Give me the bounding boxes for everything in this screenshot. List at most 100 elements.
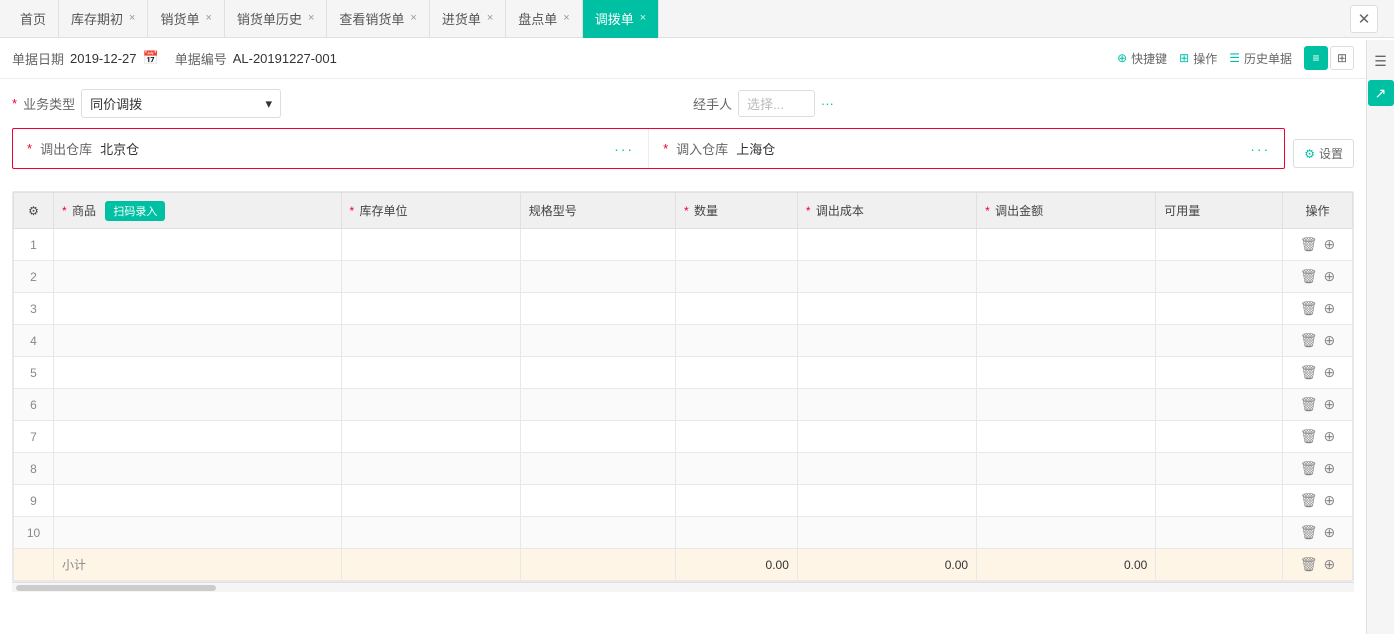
delete-icon[interactable]: 🗑 [1300, 396, 1318, 413]
amount-cell[interactable] [977, 389, 1156, 421]
copy-icon[interactable]: ⊕ [1324, 268, 1336, 285]
unit-cell[interactable] [341, 325, 520, 357]
product-cell[interactable] [54, 357, 342, 389]
cost-cell[interactable] [797, 389, 976, 421]
cost-cell[interactable] [797, 229, 976, 261]
delete-icon[interactable]: 🗑 [1300, 460, 1318, 477]
sidebar-list-button[interactable]: ☰ [1368, 48, 1394, 74]
business-type-select[interactable]: 同价调拨 ▾ [81, 89, 281, 118]
cost-cell[interactable] [797, 261, 976, 293]
history-button[interactable]: ☰ 历史单据 [1229, 50, 1292, 67]
product-cell[interactable] [54, 453, 342, 485]
handler-input[interactable]: 选择... [738, 90, 815, 117]
tab-sales-order-close[interactable]: × [205, 13, 211, 24]
delete-icon[interactable]: 🗑 [1300, 236, 1318, 253]
spec-cell[interactable] [520, 325, 675, 357]
spec-cell[interactable] [520, 357, 675, 389]
cost-cell[interactable] [797, 293, 976, 325]
scroll-thumb[interactable] [16, 585, 216, 591]
product-cell[interactable] [54, 229, 342, 261]
qty-cell[interactable] [676, 517, 798, 549]
handler-dots-icon[interactable]: ··· [821, 96, 834, 111]
delete-icon[interactable]: 🗑 [1300, 300, 1318, 317]
product-cell[interactable] [54, 517, 342, 549]
copy-icon[interactable]: ⊕ [1324, 396, 1336, 413]
copy-icon[interactable]: ⊕ [1324, 460, 1336, 477]
amount-cell[interactable] [977, 357, 1156, 389]
product-cell[interactable] [54, 261, 342, 293]
delete-icon[interactable]: 🗑 [1300, 268, 1318, 285]
quick-key-button[interactable]: ⊕ 快捷键 [1117, 50, 1167, 67]
tab-sales-history-close[interactable]: × [308, 13, 314, 24]
delete-icon[interactable]: 🗑 [1300, 428, 1318, 445]
grid-view-button[interactable]: ⊞ [1330, 46, 1354, 70]
unit-cell[interactable] [341, 421, 520, 453]
delete-icon[interactable]: 🗑 [1300, 524, 1318, 541]
operation-button[interactable]: ⊞ 操作 [1179, 50, 1217, 67]
product-cell[interactable] [54, 389, 342, 421]
copy-icon[interactable]: ⊕ [1324, 364, 1336, 381]
copy-icon[interactable]: ⊕ [1324, 428, 1336, 445]
unit-cell[interactable] [341, 261, 520, 293]
tab-home[interactable]: 首页 [8, 0, 59, 38]
tab-inventory-check[interactable]: 盘点单 × [506, 0, 582, 38]
tab-inventory-init[interactable]: 库存期初 × [59, 0, 148, 38]
qty-cell[interactable] [676, 293, 798, 325]
copy-icon[interactable]: ⊕ [1324, 556, 1336, 573]
cost-cell[interactable] [797, 517, 976, 549]
delete-icon[interactable]: 🗑 [1300, 556, 1318, 573]
tab-inventory-init-close[interactable]: × [129, 13, 135, 24]
unit-cell[interactable] [341, 517, 520, 549]
scan-button[interactable]: 扫码录入 [105, 201, 165, 221]
unit-cell[interactable] [341, 485, 520, 517]
in-warehouse-dots[interactable]: ··· [1250, 141, 1270, 157]
tab-sales-history[interactable]: 销货单历史 × [225, 0, 327, 38]
out-warehouse-dots[interactable]: ··· [614, 141, 634, 157]
unit-cell[interactable] [341, 453, 520, 485]
cost-cell[interactable] [797, 325, 976, 357]
qty-cell[interactable] [676, 421, 798, 453]
delete-icon[interactable]: 🗑 [1300, 332, 1318, 349]
spec-cell[interactable] [520, 421, 675, 453]
unit-cell[interactable] [341, 357, 520, 389]
tab-transfer-order-close[interactable]: × [640, 13, 646, 24]
tab-inventory-check-close[interactable]: × [563, 13, 569, 24]
spec-cell[interactable] [520, 517, 675, 549]
product-cell[interactable] [54, 325, 342, 357]
delete-icon[interactable]: 🗑 [1300, 364, 1318, 381]
amount-cell[interactable] [977, 229, 1156, 261]
qty-cell[interactable] [676, 325, 798, 357]
amount-cell[interactable] [977, 517, 1156, 549]
tab-sales-order[interactable]: 销货单 × [148, 0, 224, 38]
product-cell[interactable] [54, 421, 342, 453]
cost-cell[interactable] [797, 453, 976, 485]
close-button[interactable]: ✕ [1350, 5, 1378, 33]
amount-cell[interactable] [977, 325, 1156, 357]
tab-view-sales-close[interactable]: × [410, 13, 416, 24]
spec-cell[interactable] [520, 453, 675, 485]
qty-cell[interactable] [676, 485, 798, 517]
calendar-icon[interactable]: 📅 [143, 50, 159, 66]
tab-purchase-order[interactable]: 进货单 × [430, 0, 506, 38]
product-cell[interactable] [54, 485, 342, 517]
spec-cell[interactable] [520, 389, 675, 421]
delete-icon[interactable]: 🗑 [1300, 492, 1318, 509]
amount-cell[interactable] [977, 485, 1156, 517]
tab-purchase-order-close[interactable]: × [487, 13, 493, 24]
sidebar-export-button[interactable]: ↗ [1368, 80, 1394, 106]
qty-cell[interactable] [676, 229, 798, 261]
copy-icon[interactable]: ⊕ [1324, 524, 1336, 541]
spec-cell[interactable] [520, 261, 675, 293]
unit-cell[interactable] [341, 389, 520, 421]
tab-view-sales[interactable]: 查看销货单 × [327, 0, 429, 38]
settings-button[interactable]: ⚙ 设置 [1293, 139, 1354, 168]
amount-cell[interactable] [977, 261, 1156, 293]
spec-cell[interactable] [520, 229, 675, 261]
qty-cell[interactable] [676, 389, 798, 421]
unit-cell[interactable] [341, 293, 520, 325]
cost-cell[interactable] [797, 421, 976, 453]
tab-transfer-order[interactable]: 调拨单 × [583, 0, 659, 38]
spec-cell[interactable] [520, 485, 675, 517]
col-gear[interactable]: ⚙ [14, 193, 54, 229]
copy-icon[interactable]: ⊕ [1324, 300, 1336, 317]
